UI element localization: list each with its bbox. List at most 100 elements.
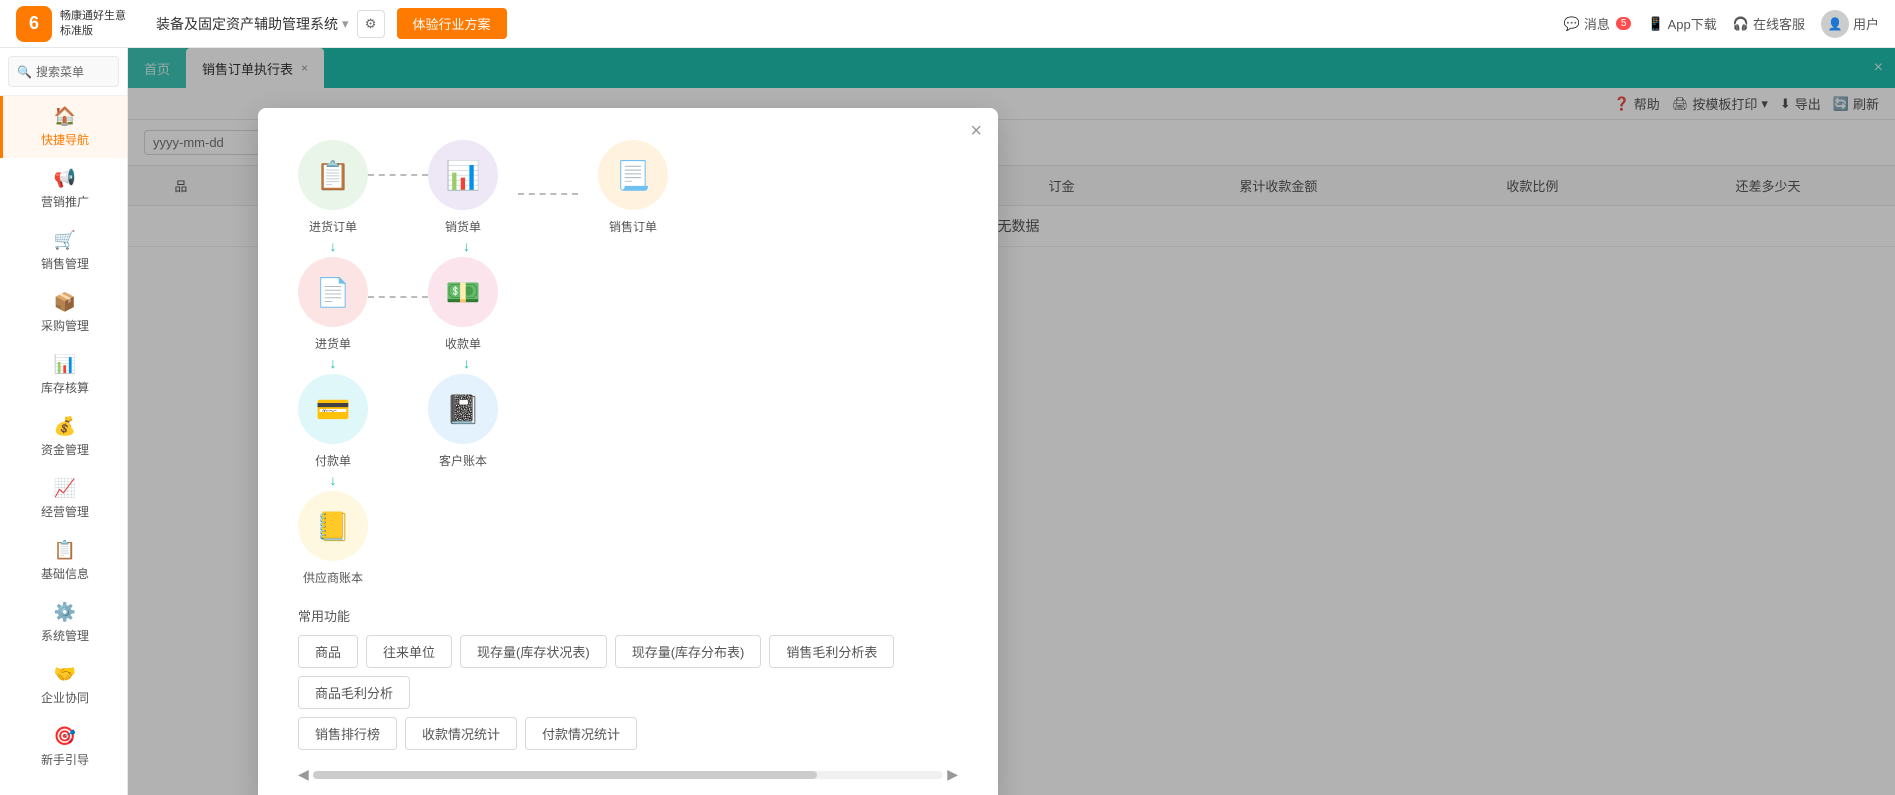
h-dash-arrow-1 xyxy=(368,174,428,176)
purchase-bill-node[interactable]: 📄 进货单 xyxy=(298,257,368,352)
dropdown-arrow-icon[interactable]: ▾ xyxy=(342,16,349,32)
arrow-down-1: ↓ xyxy=(330,239,337,253)
sales-order-node[interactable]: 📃 销售订单 xyxy=(598,140,668,235)
h-dash-arrow-2 xyxy=(368,296,428,298)
logo-icon: 6 xyxy=(16,6,52,42)
scroll-right-arrow[interactable]: ▶ xyxy=(947,766,958,783)
basic-info-icon: 📋 xyxy=(54,540,76,561)
scroll-track[interactable] xyxy=(313,771,943,779)
func-btn-partner[interactable]: 往来单位 xyxy=(366,635,452,668)
phone-icon: 📱 xyxy=(1647,16,1663,32)
sidebar-item-quick-nav[interactable]: 🏠 快捷导航 xyxy=(0,96,127,158)
operation-icon: 📈 xyxy=(54,478,76,499)
func-buttons-row2: 销售排行榜 收款情况统计 付款情况统计 xyxy=(298,717,958,750)
flow-diagram: 📋 进货订单 ↓ 📄 进货单 ↓ 💳 付款单 xyxy=(298,140,958,586)
top-right-area: 💬 消息 5 📱 App下载 🎧 在线客服 👤 用户 xyxy=(1564,10,1879,38)
arrow-down-sales-bill: ↓ xyxy=(463,239,470,253)
h-dash-between xyxy=(518,193,578,195)
customer-ledger-label: 客户账本 xyxy=(439,452,487,469)
app-download-button[interactable]: 📱 App下载 xyxy=(1647,14,1716,33)
headset-icon: 🎧 xyxy=(1733,16,1749,32)
sidebar-item-inventory[interactable]: 📊 库存核算 xyxy=(0,344,127,406)
func-btn-sales-profit[interactable]: 销售毛利分析表 xyxy=(769,635,894,668)
func-btn-product[interactable]: 商品 xyxy=(298,635,358,668)
logo-text: 畅康通好生意 标准版 xyxy=(60,9,126,38)
func-btn-stock-status[interactable]: 现存量(库存状况表) xyxy=(460,635,607,668)
sidebar-item-purchase[interactable]: 📦 采购管理 xyxy=(0,282,127,344)
online-service-button[interactable]: 🎧 在线客服 xyxy=(1733,14,1805,33)
search-menu-button[interactable]: 🔍 搜索菜单 xyxy=(8,56,119,87)
supplier-ledger-node[interactable]: 📒 供应商账本 xyxy=(298,491,368,586)
marketing-icon: 📢 xyxy=(54,168,76,189)
func-buttons-row1: 商品 往来单位 现存量(库存状况表) 现存量(库存分布表) 销售毛利分析表 商品… xyxy=(298,635,958,709)
sidebar-item-operation[interactable]: 📈 经营管理 xyxy=(0,468,127,530)
common-functions-title: 常用功能 xyxy=(298,606,958,625)
purchase-bill-label: 进货单 xyxy=(315,335,351,352)
func-btn-receipt-stat[interactable]: 收款情况统计 xyxy=(405,717,517,750)
payment-bill-icon: 💳 xyxy=(316,393,351,426)
sales-bill-node[interactable]: 📊 销货单 xyxy=(428,140,498,235)
settings-icon[interactable]: ⚙ xyxy=(357,10,385,38)
arrow-down-receipt: ↓ xyxy=(463,356,470,370)
customer-ledger-circle: 📓 xyxy=(428,374,498,444)
sales-order-circle: 📃 xyxy=(598,140,668,210)
purchase-order-label: 进货订单 xyxy=(309,218,357,235)
receipt-bill-label: 收款单 xyxy=(445,335,481,352)
sidebar-item-guide[interactable]: 🎯 新手引导 xyxy=(0,716,127,778)
sidebar-item-basic-info[interactable]: 📋 基础信息 xyxy=(0,530,127,592)
func-btn-sales-ranking[interactable]: 销售排行榜 xyxy=(298,717,397,750)
sidebar-item-finance[interactable]: 💰 资金管理 xyxy=(0,406,127,468)
receipt-bill-node[interactable]: 💵 收款单 xyxy=(428,257,498,352)
message-badge: 5 xyxy=(1616,17,1632,30)
payment-bill-node[interactable]: 💳 付款单 xyxy=(298,374,368,469)
payment-bill-label: 付款单 xyxy=(315,452,351,469)
supplier-ledger-label: 供应商账本 xyxy=(303,569,363,586)
left-flow-col: 📋 进货订单 ↓ 📄 进货单 ↓ 💳 付款单 xyxy=(298,140,368,586)
receipt-bill-icon: 💵 xyxy=(446,276,481,309)
sidebar-item-sales[interactable]: 🛒 销售管理 xyxy=(0,220,127,282)
sales-order-icon: 📃 xyxy=(616,159,651,192)
purchase-order-node[interactable]: 📋 进货订单 xyxy=(298,140,368,235)
payment-bill-circle: 💳 xyxy=(298,374,368,444)
user-menu[interactable]: 👤 用户 xyxy=(1821,10,1879,38)
guide-icon: 🎯 xyxy=(54,726,76,747)
system-title: 装备及固定资产辅助管理系统 xyxy=(156,14,338,34)
system-icon: ⚙️ xyxy=(54,602,76,623)
h-arrow-col xyxy=(368,140,428,298)
sidebar-item-marketing[interactable]: 📢 营销推广 xyxy=(0,158,127,220)
func-btn-payment-stat[interactable]: 付款情况统计 xyxy=(525,717,637,750)
common-functions-section: 常用功能 商品 往来单位 现存量(库存状况表) 现存量(库存分布表) 销售毛利分… xyxy=(298,606,958,750)
message-button[interactable]: 💬 消息 5 xyxy=(1564,14,1632,33)
flow-modal: × 📋 进货订单 ↓ 📄 进货单 ↓ xyxy=(258,108,998,795)
purchase-order-circle: 📋 xyxy=(298,140,368,210)
logo-area: 6 畅康通好生意 标准版 xyxy=(16,6,144,42)
modal-scrollbar[interactable]: ◀ ▶ xyxy=(298,766,958,783)
sidebar-search[interactable]: 🔍 搜索菜单 xyxy=(0,48,127,96)
arrow-down-3: ↓ xyxy=(330,473,337,487)
purchase-bill-circle: 📄 xyxy=(298,257,368,327)
customer-ledger-node[interactable]: 📓 客户账本 xyxy=(428,374,498,469)
sidebar-item-enterprise[interactable]: 🤝 企业协同 xyxy=(0,654,127,716)
search-icon: 🔍 xyxy=(17,65,32,79)
trial-button[interactable]: 体验行业方案 xyxy=(397,8,507,39)
scroll-left-arrow[interactable]: ◀ xyxy=(298,766,309,783)
message-icon: 💬 xyxy=(1564,16,1580,32)
func-btn-stock-dist[interactable]: 现存量(库存分布表) xyxy=(615,635,762,668)
enterprise-icon: 🤝 xyxy=(54,664,76,685)
func-btn-product-profit[interactable]: 商品毛利分析 xyxy=(298,676,410,709)
modal-overlay[interactable]: × 📋 进货订单 ↓ 📄 进货单 ↓ xyxy=(128,48,1895,795)
sales-icon: 🛒 xyxy=(54,230,76,251)
sidebar-item-system[interactable]: ⚙️ 系统管理 xyxy=(0,592,127,654)
customer-ledger-icon: 📓 xyxy=(446,393,481,426)
supplier-ledger-icon: 📒 xyxy=(316,510,351,543)
purchase-icon: 📦 xyxy=(54,292,76,313)
scroll-thumb xyxy=(313,771,817,779)
sales-bill-label: 销货单 xyxy=(445,218,481,235)
arrow-down-2: ↓ xyxy=(330,356,337,370)
modal-close-button[interactable]: × xyxy=(970,120,982,143)
right-flow-col: 📊 销货单 📃 销售订单 ↓ 💵 xyxy=(428,140,668,469)
sales-bill-icon: 📊 xyxy=(446,159,481,192)
receipt-bill-circle: 💵 xyxy=(428,257,498,327)
top-right-row: 📊 销货单 📃 销售订单 xyxy=(428,140,668,235)
purchase-bill-icon: 📄 xyxy=(316,276,351,309)
